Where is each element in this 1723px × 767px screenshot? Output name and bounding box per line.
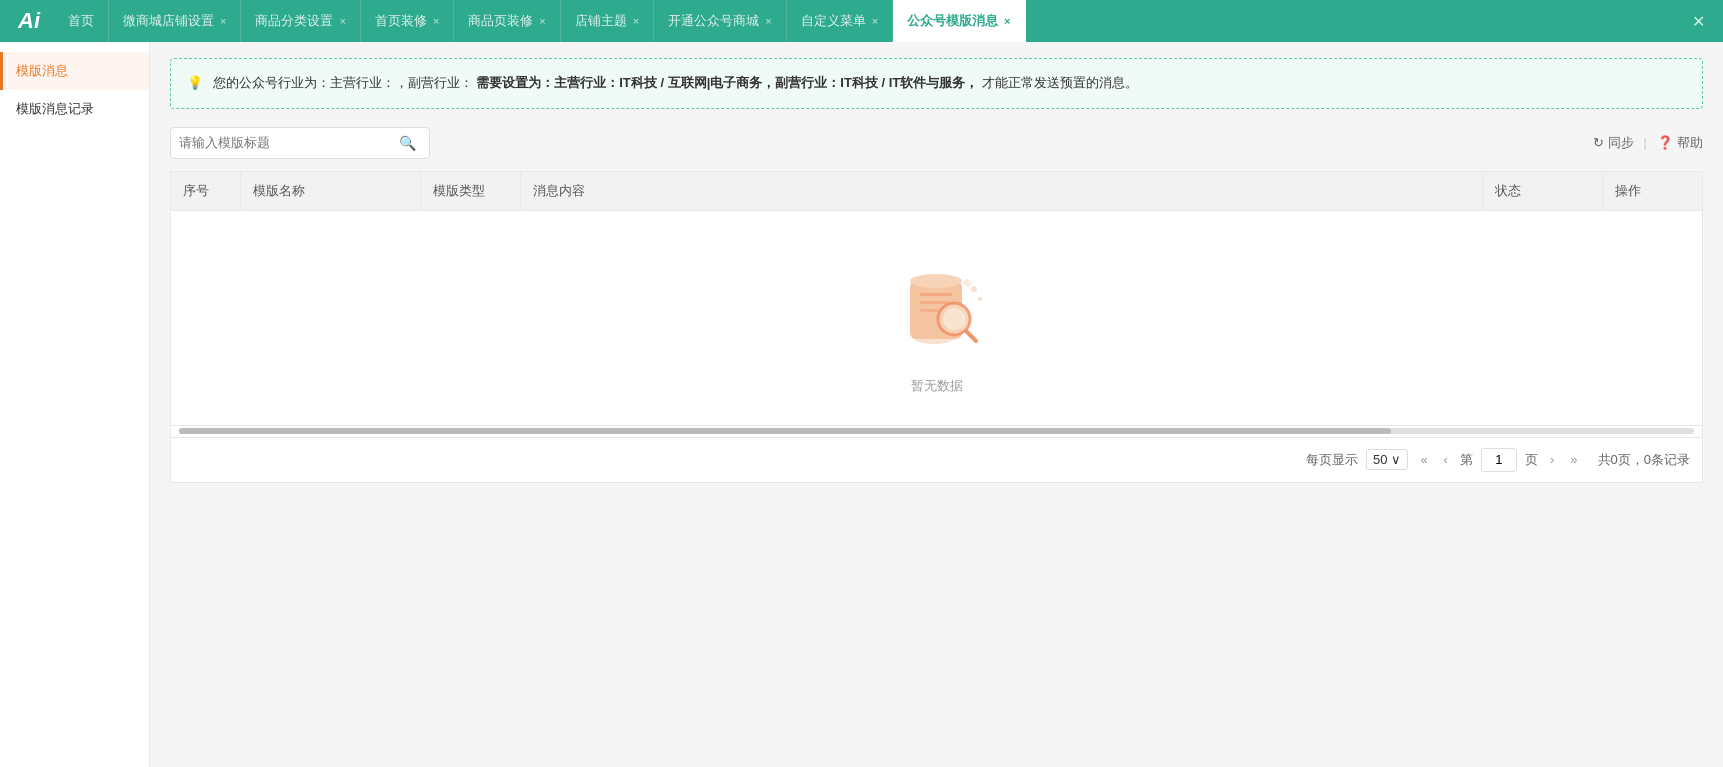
divider: | [1644,135,1647,150]
page-prefix: 第 [1460,451,1473,469]
lamp-icon: 💡 [187,75,203,90]
close-tab-shop-settings[interactable]: × [220,15,226,27]
page-size-value: 50 [1373,452,1387,467]
search-bar: 🔍 ↻ 同步 | ❓ 帮助 [170,127,1703,159]
sync-button[interactable]: ↻ 同步 [1593,134,1634,152]
first-page-button[interactable]: « [1416,450,1431,469]
last-page-button[interactable]: » [1566,450,1581,469]
tab-template-message[interactable]: 公众号模版消息 × [893,0,1025,42]
close-tab-custom-menu[interactable]: × [872,15,878,27]
search-actions: ↻ 同步 | ❓ 帮助 [1593,134,1703,152]
search-input-wrap[interactable]: 🔍 [170,127,430,159]
page-size-select[interactable]: 50 ∨ [1366,449,1408,470]
close-tab-template-message[interactable]: × [1004,15,1010,27]
empty-text: 暂无数据 [171,377,1702,395]
empty-icon [882,251,992,361]
col-header-name: 模版名称 [241,171,421,210]
svg-point-9 [971,286,977,292]
tab-open-mall[interactable]: 开通公众号商城 × [654,0,786,42]
col-header-content: 消息内容 [521,171,1483,210]
per-page-label: 每页显示 [1306,451,1358,469]
empty-state: 暂无数据 [170,211,1703,426]
svg-rect-3 [920,293,952,296]
total-info: 共0页，0条记录 [1598,451,1690,469]
close-all-button[interactable]: ✕ [1682,12,1715,31]
close-tab-category-settings[interactable]: × [339,15,345,27]
content-area: 💡 您的公众号行业为：主营行业：，副营行业： 需要设置为：主营行业：IT科技 /… [150,42,1723,767]
current-page-input[interactable] [1481,448,1517,472]
scroll-bar-area[interactable] [170,426,1703,438]
help-button[interactable]: ❓ 帮助 [1657,134,1703,152]
tab-home[interactable]: 首页 [54,0,109,42]
tab-shop-settings[interactable]: 微商城店铺设置 × [109,0,241,42]
svg-rect-4 [920,301,948,304]
page-word: 页 [1525,451,1538,469]
search-input[interactable] [179,135,399,150]
close-tab-open-mall[interactable]: × [765,15,771,27]
next-page-button[interactable]: › [1546,450,1558,469]
svg-point-2 [910,274,962,288]
col-header-status: 状态 [1483,171,1603,210]
app-logo: Ai [8,8,50,34]
info-banner: 💡 您的公众号行业为：主营行业：，副营行业： 需要设置为：主营行业：IT科技 /… [170,58,1703,109]
scroll-track[interactable] [179,428,1694,434]
help-icon: ❓ [1657,135,1673,150]
tab-category-settings[interactable]: 商品分类设置 × [241,0,360,42]
top-nav: Ai 首页 微商城店铺设置 × 商品分类设置 × 首页装修 × 商品页装修 × … [0,0,1723,42]
tab-store-theme[interactable]: 店铺主题 × [561,0,654,42]
col-header-seq: 序号 [171,171,241,210]
sidebar-item-template-history[interactable]: 模版消息记录 [0,90,149,128]
col-header-type: 模版类型 [421,171,521,210]
tab-product-decoration[interactable]: 商品页装修 × [454,0,560,42]
svg-point-7 [943,308,965,330]
sidebar: 模版消息 模版消息记录 [0,42,150,767]
close-tab-store-theme[interactable]: × [633,15,639,27]
scroll-thumb[interactable] [179,428,1391,434]
sync-icon: ↻ [1593,135,1604,150]
search-icon[interactable]: 🔍 [399,135,416,151]
tab-custom-menu[interactable]: 自定义菜单 × [787,0,893,42]
pagination: 每页显示 50 ∨ « ‹ 第 页 › » 共0页，0条记录 [170,438,1703,483]
svg-point-10 [978,297,982,301]
page-size-chevron-icon: ∨ [1391,452,1401,467]
svg-line-8 [966,331,976,341]
col-header-action: 操作 [1603,171,1703,210]
close-tab-product-decoration[interactable]: × [539,15,545,27]
prev-page-button[interactable]: ‹ [1440,450,1452,469]
sidebar-item-template-message[interactable]: 模版消息 [0,52,149,90]
main-layout: 模版消息 模版消息记录 💡 您的公众号行业为：主营行业：，副营行业： 需要设置为… [0,42,1723,767]
data-table: 序号 模版名称 模版类型 消息内容 状态 操作 [170,171,1703,211]
tab-home-decoration[interactable]: 首页装修 × [361,0,454,42]
close-tab-home-decoration[interactable]: × [433,15,439,27]
